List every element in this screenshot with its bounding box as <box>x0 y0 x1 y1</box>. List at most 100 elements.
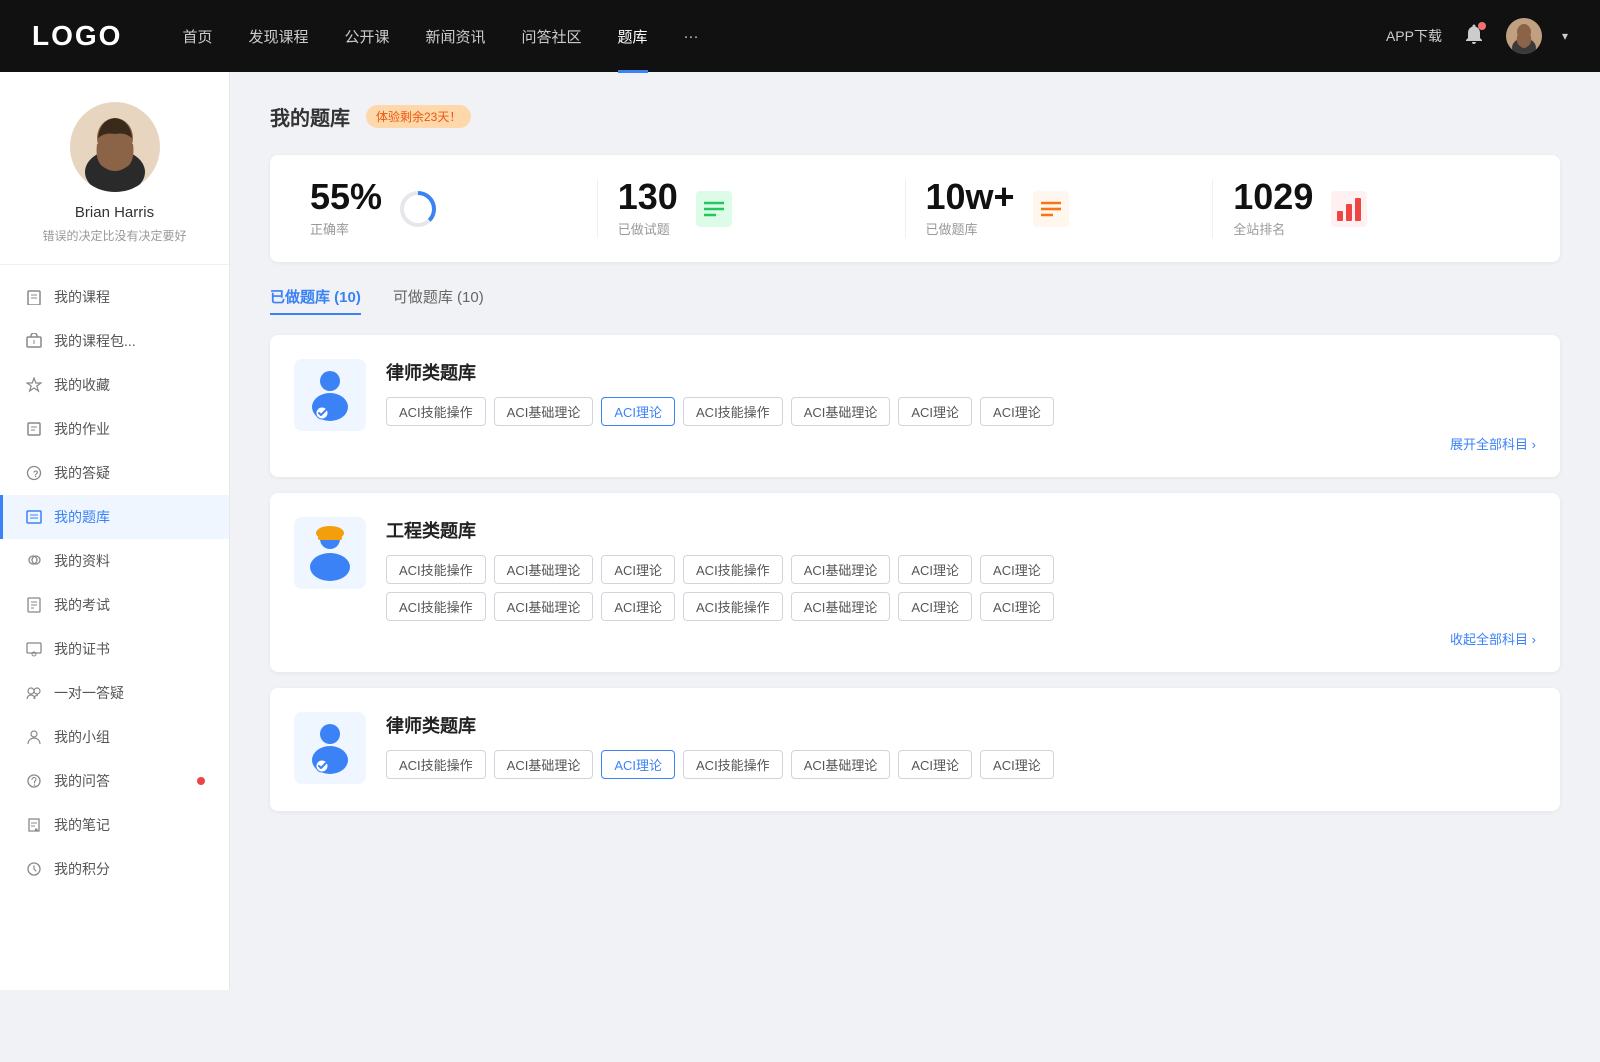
sidebar-item-favorites[interactable]: 我的收藏 <box>0 363 229 407</box>
qbank-title-1: 工程类题库 <box>386 517 1536 543</box>
nav-open[interactable]: 公开课 <box>344 26 389 47</box>
lawyer-figure-icon <box>306 369 354 421</box>
qbank-card-2: 律师类题库 ACI技能操作 ACI基础理论 ACI理论 ACI技能操作 ACI基… <box>270 688 1560 811</box>
tag-2-0[interactable]: ACI技能操作 <box>386 750 486 779</box>
avatar[interactable] <box>1506 18 1542 54</box>
tag-0-4[interactable]: ACI基础理论 <box>791 397 891 426</box>
nav-more[interactable]: ··· <box>684 28 699 45</box>
sidebar-label-material: 我的资料 <box>54 551 205 571</box>
tag-0-2[interactable]: ACI理论 <box>601 397 675 426</box>
tag-1-2[interactable]: ACI理论 <box>601 555 675 584</box>
stat-rank-label: 全站排名 <box>1233 219 1313 238</box>
tag-1-7[interactable]: ACI技能操作 <box>386 592 486 621</box>
qbank-tags-0: ACI技能操作 ACI基础理论 ACI理论 ACI技能操作 ACI基础理论 AC… <box>386 397 1536 426</box>
tag-1-6[interactable]: ACI理论 <box>980 555 1054 584</box>
nav-links: 首页 发现课程 公开课 新闻资讯 问答社区 题库 ··· <box>182 26 1386 47</box>
sidebar-item-oneone[interactable]: 一对一答疑 <box>0 671 229 715</box>
tag-1-4[interactable]: ACI基础理论 <box>791 555 891 584</box>
sidebar-item-certificate[interactable]: 我的证书 <box>0 627 229 671</box>
stat-rank-text: 1029 全站排名 <box>1233 179 1313 238</box>
nav-qa[interactable]: 问答社区 <box>522 26 582 47</box>
tag-2-5[interactable]: ACI理论 <box>898 750 972 779</box>
tag-2-3[interactable]: ACI技能操作 <box>683 750 783 779</box>
tabs-row: 已做题库 (10) 可做题库 (10) <box>270 286 1560 315</box>
tag-0-6[interactable]: ACI理论 <box>980 397 1054 426</box>
tag-0-5[interactable]: ACI理论 <box>898 397 972 426</box>
sidebar-item-homework[interactable]: 我的作业 <box>0 407 229 451</box>
sidebar-item-group[interactable]: 我的小组 <box>0 715 229 759</box>
qbank-icon-lawyer-0 <box>294 359 366 431</box>
collapse-link-1[interactable]: 收起全部科目 › <box>386 629 1536 648</box>
tag-1-0[interactable]: ACI技能操作 <box>386 555 486 584</box>
tag-1-3[interactable]: ACI技能操作 <box>683 555 783 584</box>
qbank-card-1: 工程类题库 ACI技能操作 ACI基础理论 ACI理论 ACI技能操作 ACI基… <box>270 493 1560 672</box>
qbank-content-1: 工程类题库 ACI技能操作 ACI基础理论 ACI理论 ACI技能操作 ACI基… <box>386 517 1536 648</box>
sidebar-item-course[interactable]: 我的课程 <box>0 275 229 319</box>
notification-bell[interactable] <box>1462 22 1486 51</box>
sidebar-item-material[interactable]: 我的资料 <box>0 539 229 583</box>
nav-qbank[interactable]: 题库 <box>618 26 648 47</box>
sidebar-item-points[interactable]: 我的积分 <box>0 847 229 891</box>
app-download-button[interactable]: APP下载 <box>1386 26 1442 46</box>
tag-1-11[interactable]: ACI基础理论 <box>791 592 891 621</box>
sidebar-item-qbank[interactable]: 我的题库 <box>0 495 229 539</box>
sidebar-item-package[interactable]: 我的课程包... <box>0 319 229 363</box>
stat-done-banks: 10w+ 已做题库 <box>906 179 1214 238</box>
tag-0-3[interactable]: ACI技能操作 <box>683 397 783 426</box>
qbank-header-2: 律师类题库 ACI技能操作 ACI基础理论 ACI理论 ACI技能操作 ACI基… <box>294 712 1536 787</box>
stat-done-banks-value: 10w+ <box>926 179 1015 215</box>
trial-badge: 体验剩余23天！ <box>366 105 471 128</box>
stat-accuracy-value: 55% <box>310 179 382 215</box>
tag-1-13[interactable]: ACI理论 <box>980 592 1054 621</box>
stat-accuracy: 55% 正确率 <box>310 179 598 238</box>
stat-rank-value: 1029 <box>1233 179 1313 215</box>
sidebar-item-exam[interactable]: 我的考试 <box>0 583 229 627</box>
qbank-content-2: 律师类题库 ACI技能操作 ACI基础理论 ACI理论 ACI技能操作 ACI基… <box>386 712 1536 787</box>
qbank-content-0: 律师类题库 ACI技能操作 ACI基础理论 ACI理论 ACI技能操作 ACI基… <box>386 359 1536 453</box>
qbank-tags-1-row2: ACI技能操作 ACI基础理论 ACI理论 ACI技能操作 ACI基础理论 AC… <box>386 592 1536 621</box>
course-icon <box>24 287 44 307</box>
profile-name: Brian Harris <box>75 204 154 221</box>
sidebar-label-points: 我的积分 <box>54 859 205 879</box>
stat-done-banks-text: 10w+ 已做题库 <box>926 179 1015 238</box>
notification-dot <box>1478 22 1486 30</box>
star-icon <box>24 375 44 395</box>
oneone-icon <box>24 683 44 703</box>
tag-2-1[interactable]: ACI基础理论 <box>494 750 594 779</box>
material-icon <box>24 551 44 571</box>
svg-text:?: ? <box>33 469 39 479</box>
tag-1-12[interactable]: ACI理论 <box>898 592 972 621</box>
tag-0-0[interactable]: ACI技能操作 <box>386 397 486 426</box>
tag-2-4[interactable]: ACI基础理论 <box>791 750 891 779</box>
qbank-card-0: 律师类题库 ACI技能操作 ACI基础理论 ACI理论 ACI技能操作 ACI基… <box>270 335 1560 477</box>
nav-news[interactable]: 新闻资讯 <box>426 26 486 47</box>
sidebar-label-homework: 我的作业 <box>54 419 205 439</box>
tag-1-1[interactable]: ACI基础理论 <box>494 555 594 584</box>
avatar-image <box>1506 18 1542 54</box>
tag-2-6[interactable]: ACI理论 <box>980 750 1054 779</box>
sidebar-item-notes[interactable]: 我的笔记 <box>0 803 229 847</box>
points-icon <box>24 859 44 879</box>
stat-done-questions-value: 130 <box>618 179 678 215</box>
qbank-tags-2: ACI技能操作 ACI基础理论 ACI理论 ACI技能操作 ACI基础理论 AC… <box>386 750 1536 779</box>
qbank-icon-lawyer-2 <box>294 712 366 784</box>
tab-available[interactable]: 可做题库 (10) <box>393 286 484 315</box>
tag-1-10[interactable]: ACI技能操作 <box>683 592 783 621</box>
nav-discover[interactable]: 发现课程 <box>248 26 308 47</box>
expand-link-0[interactable]: 展开全部科目 › <box>386 434 1536 453</box>
tag-2-2[interactable]: ACI理论 <box>601 750 675 779</box>
logo: LOGO <box>32 20 122 52</box>
myqa-notification-dot <box>197 777 205 785</box>
sidebar-item-askquestion[interactable]: ? 我的答疑 <box>0 451 229 495</box>
tag-0-1[interactable]: ACI基础理论 <box>494 397 594 426</box>
tag-1-8[interactable]: ACI基础理论 <box>494 592 594 621</box>
tag-1-9[interactable]: ACI理论 <box>601 592 675 621</box>
nav-chevron-icon[interactable]: ▾ <box>1562 29 1568 43</box>
nav-home[interactable]: 首页 <box>182 26 212 47</box>
qa-icon <box>24 771 44 791</box>
lawyer-figure-icon-2 <box>306 722 354 774</box>
tab-done[interactable]: 已做题库 (10) <box>270 286 361 315</box>
sidebar-label-askquestion: 我的答疑 <box>54 463 205 483</box>
tag-1-5[interactable]: ACI理论 <box>898 555 972 584</box>
sidebar-item-myqa[interactable]: 我的问答 <box>0 759 229 803</box>
